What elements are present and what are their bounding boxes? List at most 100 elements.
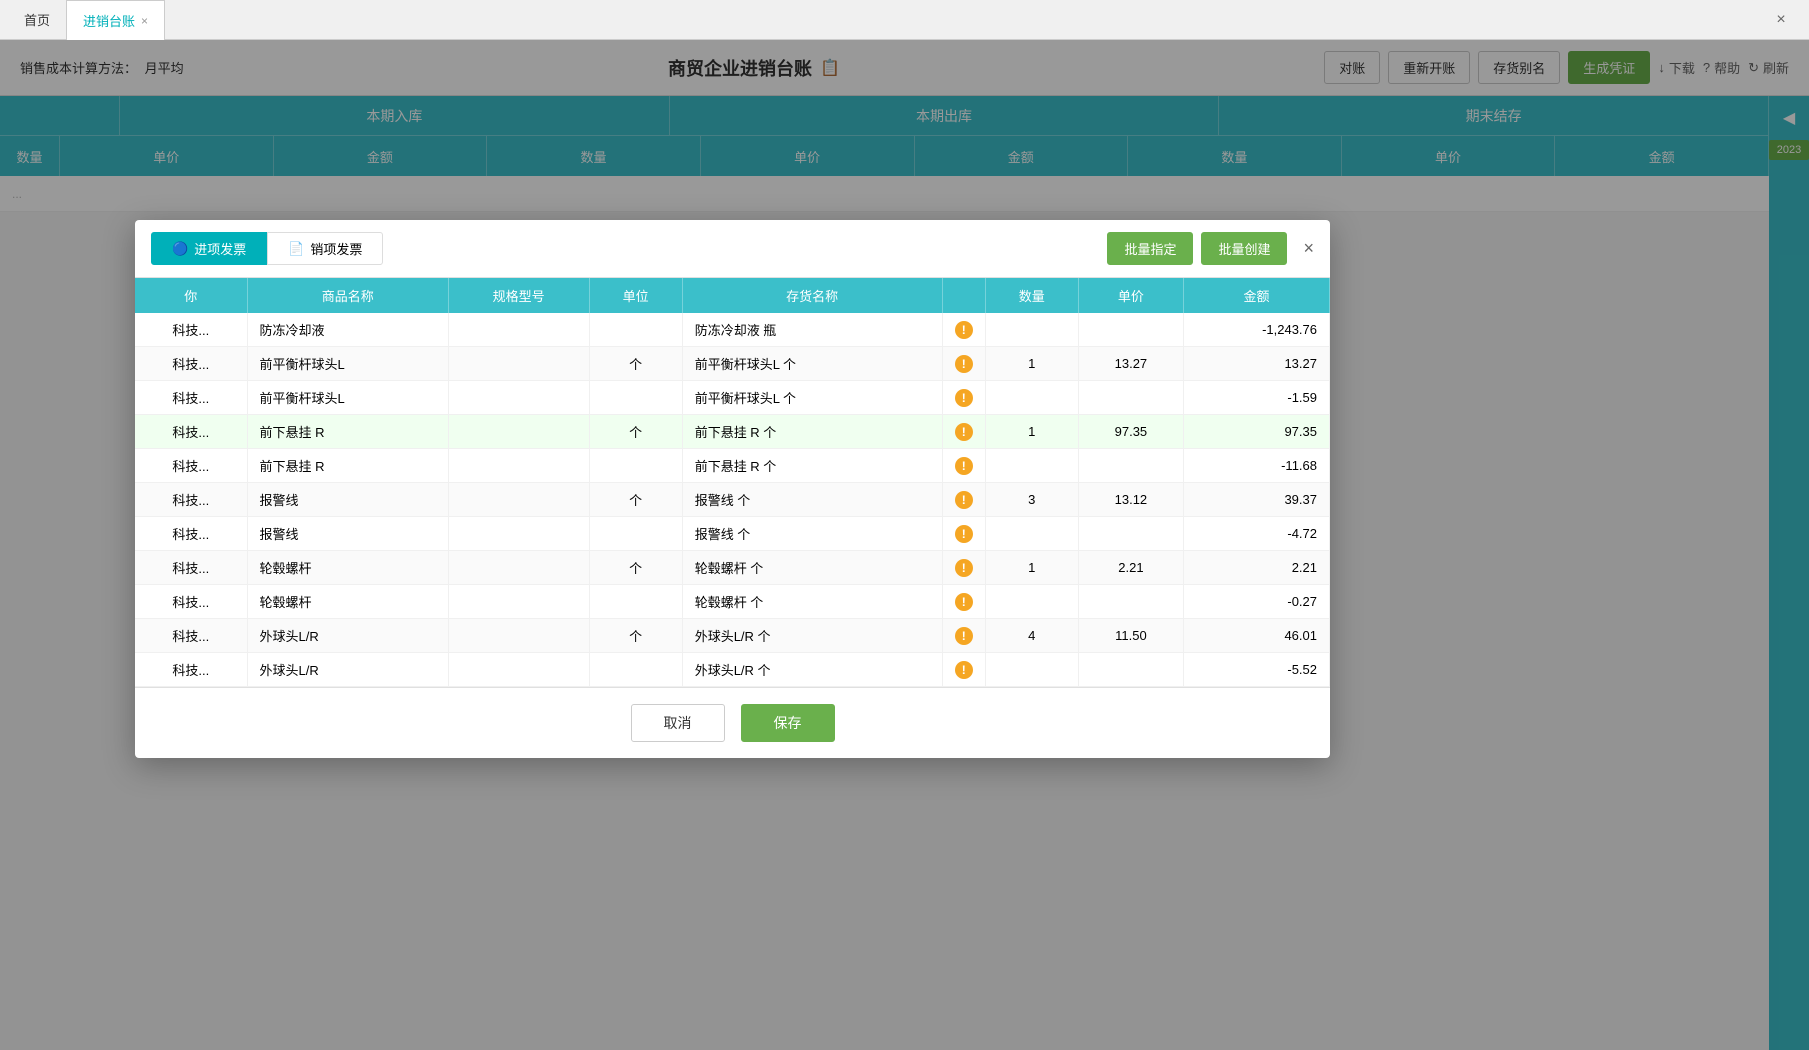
table-row[interactable]: 科技...外球头L/R个外球头L/R 个!411.5046.01 [135, 619, 1330, 653]
cell-qty [985, 381, 1078, 415]
cell-unit [589, 585, 682, 619]
cell-spec [448, 313, 589, 347]
cancel-button[interactable]: 取消 [631, 704, 725, 742]
cell-warning: ! [942, 585, 985, 619]
cell-warning: ! [942, 653, 985, 687]
tab-home[interactable]: 首页 [8, 0, 66, 40]
cell-product: 外球头L/R [247, 653, 448, 687]
cell-company: 科技... [135, 551, 247, 585]
cell-amount: -11.68 [1183, 449, 1329, 483]
cell-unit: 个 [589, 415, 682, 449]
table-row[interactable]: 科技...前下悬挂 R个前下悬挂 R 个!197.3597.35 [135, 415, 1330, 449]
batch-create-button[interactable]: 批量创建 [1201, 232, 1287, 265]
table-row[interactable]: 科技...轮毂螺杆个轮毂螺杆 个!12.212.21 [135, 551, 1330, 585]
table-row[interactable]: 科技...报警线报警线 个!-4.72 [135, 517, 1330, 551]
tab-outgoing-invoice[interactable]: 📄 销项发票 [267, 232, 383, 265]
table-row[interactable]: 科技...前下悬挂 R前下悬挂 R 个!-11.68 [135, 449, 1330, 483]
warning-icon: ! [955, 525, 973, 543]
cell-price: 97.35 [1078, 415, 1183, 449]
tab-ledger[interactable]: 进销台账 × [66, 0, 165, 40]
warning-icon: ! [955, 355, 973, 373]
cell-warning: ! [942, 313, 985, 347]
save-button[interactable]: 保存 [741, 704, 835, 742]
cell-amount: -4.72 [1183, 517, 1329, 551]
cell-amount: -1,243.76 [1183, 313, 1329, 347]
col-qty: 数量 [985, 278, 1078, 313]
cell-stock-name: 报警线 个 [682, 517, 942, 551]
cell-stock-name: 前下悬挂 R 个 [682, 449, 942, 483]
cell-company: 科技... [135, 483, 247, 517]
warning-icon: ! [955, 661, 973, 679]
cell-unit [589, 381, 682, 415]
modal-scroll-area[interactable]: 你 商品名称 规格型号 单位 存货名称 数量 单价 金额 科技...防冻冷却液防… [135, 278, 1330, 687]
cell-price [1078, 313, 1183, 347]
col-company: 你 [135, 278, 247, 313]
table-row[interactable]: 科技...外球头L/R外球头L/R 个!-5.52 [135, 653, 1330, 687]
warning-icon: ! [955, 627, 973, 645]
cell-qty: 1 [985, 347, 1078, 381]
cell-stock-name: 轮毂螺杆 个 [682, 551, 942, 585]
modal-footer: 取消 保存 [135, 687, 1330, 758]
cell-product: 前下悬挂 R [247, 449, 448, 483]
tab-close-icon[interactable]: × [141, 14, 148, 28]
table-row[interactable]: 科技...轮毂螺杆轮毂螺杆 个!-0.27 [135, 585, 1330, 619]
cell-qty [985, 585, 1078, 619]
cell-warning: ! [942, 483, 985, 517]
incoming-invoice-icon: 🔵 [172, 241, 188, 257]
cell-company: 科技... [135, 313, 247, 347]
cell-price: 11.50 [1078, 619, 1183, 653]
cell-product: 轮毂螺杆 [247, 585, 448, 619]
cell-product: 前下悬挂 R [247, 415, 448, 449]
cell-qty: 3 [985, 483, 1078, 517]
cell-company: 科技... [135, 381, 247, 415]
cell-stock-name: 外球头L/R 个 [682, 653, 942, 687]
col-price: 单价 [1078, 278, 1183, 313]
cell-price [1078, 585, 1183, 619]
cell-product: 前平衡杆球头L [247, 347, 448, 381]
cell-product: 报警线 [247, 517, 448, 551]
modal-tabs: 🔵 进项发票 📄 销项发票 [151, 232, 1107, 265]
cell-price [1078, 381, 1183, 415]
cell-qty: 1 [985, 551, 1078, 585]
warning-icon: ! [955, 423, 973, 441]
modal-header-buttons: 批量指定 批量创建 [1107, 232, 1287, 265]
table-header-row: 你 商品名称 规格型号 单位 存货名称 数量 单价 金额 [135, 278, 1330, 313]
table-row[interactable]: 科技...前平衡杆球头L个前平衡杆球头L 个!113.2713.27 [135, 347, 1330, 381]
cell-amount: 2.21 [1183, 551, 1329, 585]
cell-company: 科技... [135, 619, 247, 653]
cell-price: 13.27 [1078, 347, 1183, 381]
cell-amount: 46.01 [1183, 619, 1329, 653]
cell-company: 科技... [135, 653, 247, 687]
cell-price: 13.12 [1078, 483, 1183, 517]
tab-incoming-invoice[interactable]: 🔵 进项发票 [151, 232, 267, 265]
cell-product: 外球头L/R [247, 619, 448, 653]
cell-product: 轮毂螺杆 [247, 551, 448, 585]
cell-price [1078, 517, 1183, 551]
cell-qty [985, 313, 1078, 347]
cell-spec [448, 483, 589, 517]
cell-unit [589, 653, 682, 687]
cell-unit: 个 [589, 551, 682, 585]
cell-amount: -1.59 [1183, 381, 1329, 415]
main-page: 销售成本计算方法： 月平均 商贸企业进销台账 📋 对账 重新开账 存货别名 生成… [0, 40, 1809, 1050]
cell-price [1078, 449, 1183, 483]
table-row[interactable]: 科技...前平衡杆球头L前平衡杆球头L 个!-1.59 [135, 381, 1330, 415]
cell-warning: ! [942, 551, 985, 585]
warning-icon: ! [955, 559, 973, 577]
modal-close-button[interactable]: × [1303, 238, 1314, 259]
cell-stock-name: 防冻冷却液 瓶 [682, 313, 942, 347]
cell-product: 防冻冷却液 [247, 313, 448, 347]
cell-company: 科技... [135, 415, 247, 449]
cell-product: 报警线 [247, 483, 448, 517]
warning-icon: ! [955, 593, 973, 611]
warning-icon: ! [955, 457, 973, 475]
cell-spec [448, 381, 589, 415]
table-row[interactable]: 科技...报警线个报警线 个!313.1239.37 [135, 483, 1330, 517]
window-close-button[interactable]: × [1761, 0, 1801, 40]
table-row[interactable]: 科技...防冻冷却液 防冻冷却液 瓶! -1,243.76 [135, 313, 1330, 347]
col-stock-name: 存货名称 [682, 278, 942, 313]
cell-qty [985, 653, 1078, 687]
cell-amount: 13.27 [1183, 347, 1329, 381]
cell-spec [448, 653, 589, 687]
batch-assign-button[interactable]: 批量指定 [1107, 232, 1193, 265]
